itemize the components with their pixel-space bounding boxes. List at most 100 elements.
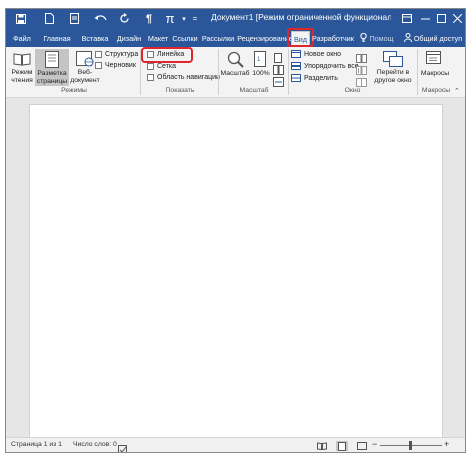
print-layout-label-1: Разметка — [37, 70, 67, 77]
share-button[interactable]: Общий доступ — [402, 30, 464, 46]
one-page-icon[interactable] — [273, 50, 285, 63]
arrange-all-button[interactable]: Упорядочить все — [291, 62, 359, 70]
zoom-slider-thumb[interactable] — [409, 441, 412, 450]
minimize-icon[interactable] — [418, 11, 432, 25]
web-page-icon — [74, 49, 96, 68]
ribbon-display-icon[interactable] — [400, 11, 414, 25]
tab-review[interactable]: Рецензирование — [237, 30, 293, 46]
zoom-button[interactable]: Масштаб — [220, 49, 250, 85]
read-mode-label-1: Режим — [11, 69, 33, 76]
file-icon[interactable] — [42, 11, 56, 26]
page-layout-icon — [41, 49, 63, 69]
zoom-out-button[interactable]: − — [372, 439, 377, 449]
switch-windows-label-2: другое окно — [374, 77, 412, 84]
zoom-100-button[interactable]: 1 100% — [251, 49, 271, 85]
screenshot-frame: ¶ π ▾ = Документ1 [Режим ограниченной фу… — [0, 0, 474, 459]
ruler-highlight — [141, 47, 193, 63]
undo-icon[interactable] — [92, 11, 110, 26]
web-layout-label-1: Веб- — [77, 69, 93, 76]
show-group-label: Показать — [165, 87, 195, 94]
proofing-icon[interactable] — [118, 441, 128, 452]
title-bar: ¶ π ▾ = Документ1 [Режим ограниченной фу… — [6, 9, 465, 28]
read-mode-view-icon[interactable] — [316, 441, 328, 451]
close-icon[interactable] — [450, 11, 464, 25]
print-layout-button[interactable]: Разметка страницы — [35, 49, 69, 86]
view-side-by-side-icon[interactable] — [356, 50, 368, 63]
tell-me-search[interactable]: Помощ — [356, 30, 398, 46]
zoom-100-icon: 1 — [250, 49, 272, 69]
word-window: ¶ π ▾ = Документ1 [Режим ограниченной фу… — [5, 8, 466, 453]
tab-design[interactable]: Дизайн — [114, 30, 144, 46]
group-separator — [218, 49, 219, 95]
zoom-in-button[interactable]: + — [444, 439, 449, 449]
page-count[interactable]: Страница 1 из 1 — [11, 441, 62, 448]
split-label: Разделить — [304, 74, 338, 82]
word-count[interactable]: Число слов: 0 — [73, 441, 117, 448]
multiple-pages-icon[interactable] — [273, 62, 285, 75]
web-layout-view-icon[interactable] — [356, 441, 368, 451]
grid-checkbox[interactable]: Сетка — [147, 63, 176, 70]
new-window-label: Новое окно — [304, 50, 342, 58]
draft-icon — [95, 62, 102, 69]
web-layout-label-2: документ — [70, 77, 100, 84]
read-mode-label-2: чтения — [11, 77, 33, 84]
split-button[interactable]: Разделить — [291, 74, 338, 82]
macros-label: Макросы — [420, 70, 450, 77]
magnifier-icon — [224, 49, 246, 69]
tab-developer[interactable]: Разработчик — [312, 30, 354, 46]
arrange-all-icon — [291, 62, 301, 70]
print-preview-icon[interactable] — [68, 11, 82, 26]
document-area — [6, 98, 465, 443]
zoom-label: Масштаб — [220, 70, 250, 77]
tab-file[interactable]: Файл — [10, 30, 34, 46]
draft-button[interactable]: Черновик — [95, 62, 136, 69]
tab-insert[interactable]: Вставка — [78, 30, 112, 46]
outline-label: Структура — [105, 51, 139, 58]
pi-equation-icon[interactable]: π — [163, 11, 177, 26]
refresh-icon[interactable] — [117, 11, 131, 26]
print-layout-label-2: страницы — [36, 78, 68, 85]
page-width-icon[interactable] — [273, 74, 285, 87]
modes-group-label: Режимы — [61, 87, 87, 94]
switch-windows-icon — [382, 49, 404, 68]
document-title: Документ1 [Режим ограниченной функционал… — [211, 12, 391, 22]
reset-window-position-icon[interactable] — [356, 74, 368, 87]
tab-home[interactable]: Главная — [40, 30, 74, 46]
chevron-down-icon[interactable]: ▾ — [179, 11, 189, 26]
save-icon[interactable] — [14, 11, 28, 26]
print-layout-view-icon[interactable] — [336, 441, 348, 451]
outline-button[interactable]: Структура — [95, 51, 138, 58]
macros-icon — [424, 49, 446, 69]
customize-icon[interactable]: = — [190, 11, 200, 26]
macros-button[interactable]: Макросы — [419, 49, 451, 85]
maximize-icon[interactable] — [434, 11, 448, 25]
zoom-group-label: Масштаб — [239, 87, 269, 94]
tell-me-label: Помощ — [369, 33, 394, 43]
tab-mailings[interactable]: Рассылки — [199, 30, 237, 46]
collapse-ribbon-icon[interactable]: ⌃ — [454, 87, 460, 95]
split-icon — [291, 74, 301, 82]
status-bar: Страница 1 из 1 Число слов: 0 − + — [6, 437, 465, 452]
tab-references[interactable]: Ссылки — [170, 30, 200, 46]
tab-layout[interactable]: Макет — [145, 30, 171, 46]
sync-scroll-icon[interactable] — [356, 62, 368, 75]
read-mode-button[interactable]: Режим чтения — [10, 49, 34, 85]
new-window-button[interactable]: Новое окно — [291, 50, 341, 58]
grid-label: Сетка — [157, 63, 177, 70]
nav-pane-label: Область навигации — [157, 74, 220, 81]
nav-pane-checkbox-box[interactable] — [147, 74, 154, 81]
nav-pane-checkbox[interactable]: Область навигации — [147, 74, 220, 81]
document-page[interactable] — [29, 104, 443, 443]
new-window-icon — [291, 50, 301, 58]
macros-group-label: Макросы — [421, 87, 451, 94]
grid-checkbox-box[interactable] — [147, 63, 154, 70]
book-icon — [11, 49, 33, 68]
switch-windows-label-1: Перейти в — [376, 69, 410, 76]
user-icon — [403, 32, 412, 44]
share-label: Общий доступ — [413, 33, 463, 43]
switch-windows-button[interactable]: Перейти в другое окно — [371, 49, 415, 85]
window-group-label: Окно — [344, 87, 361, 94]
outline-icon — [95, 51, 102, 58]
paragraph-icon[interactable]: ¶ — [142, 11, 156, 26]
ribbon-tabs: Файл Главная Вставка Дизайн Макет Ссылки… — [6, 28, 465, 47]
